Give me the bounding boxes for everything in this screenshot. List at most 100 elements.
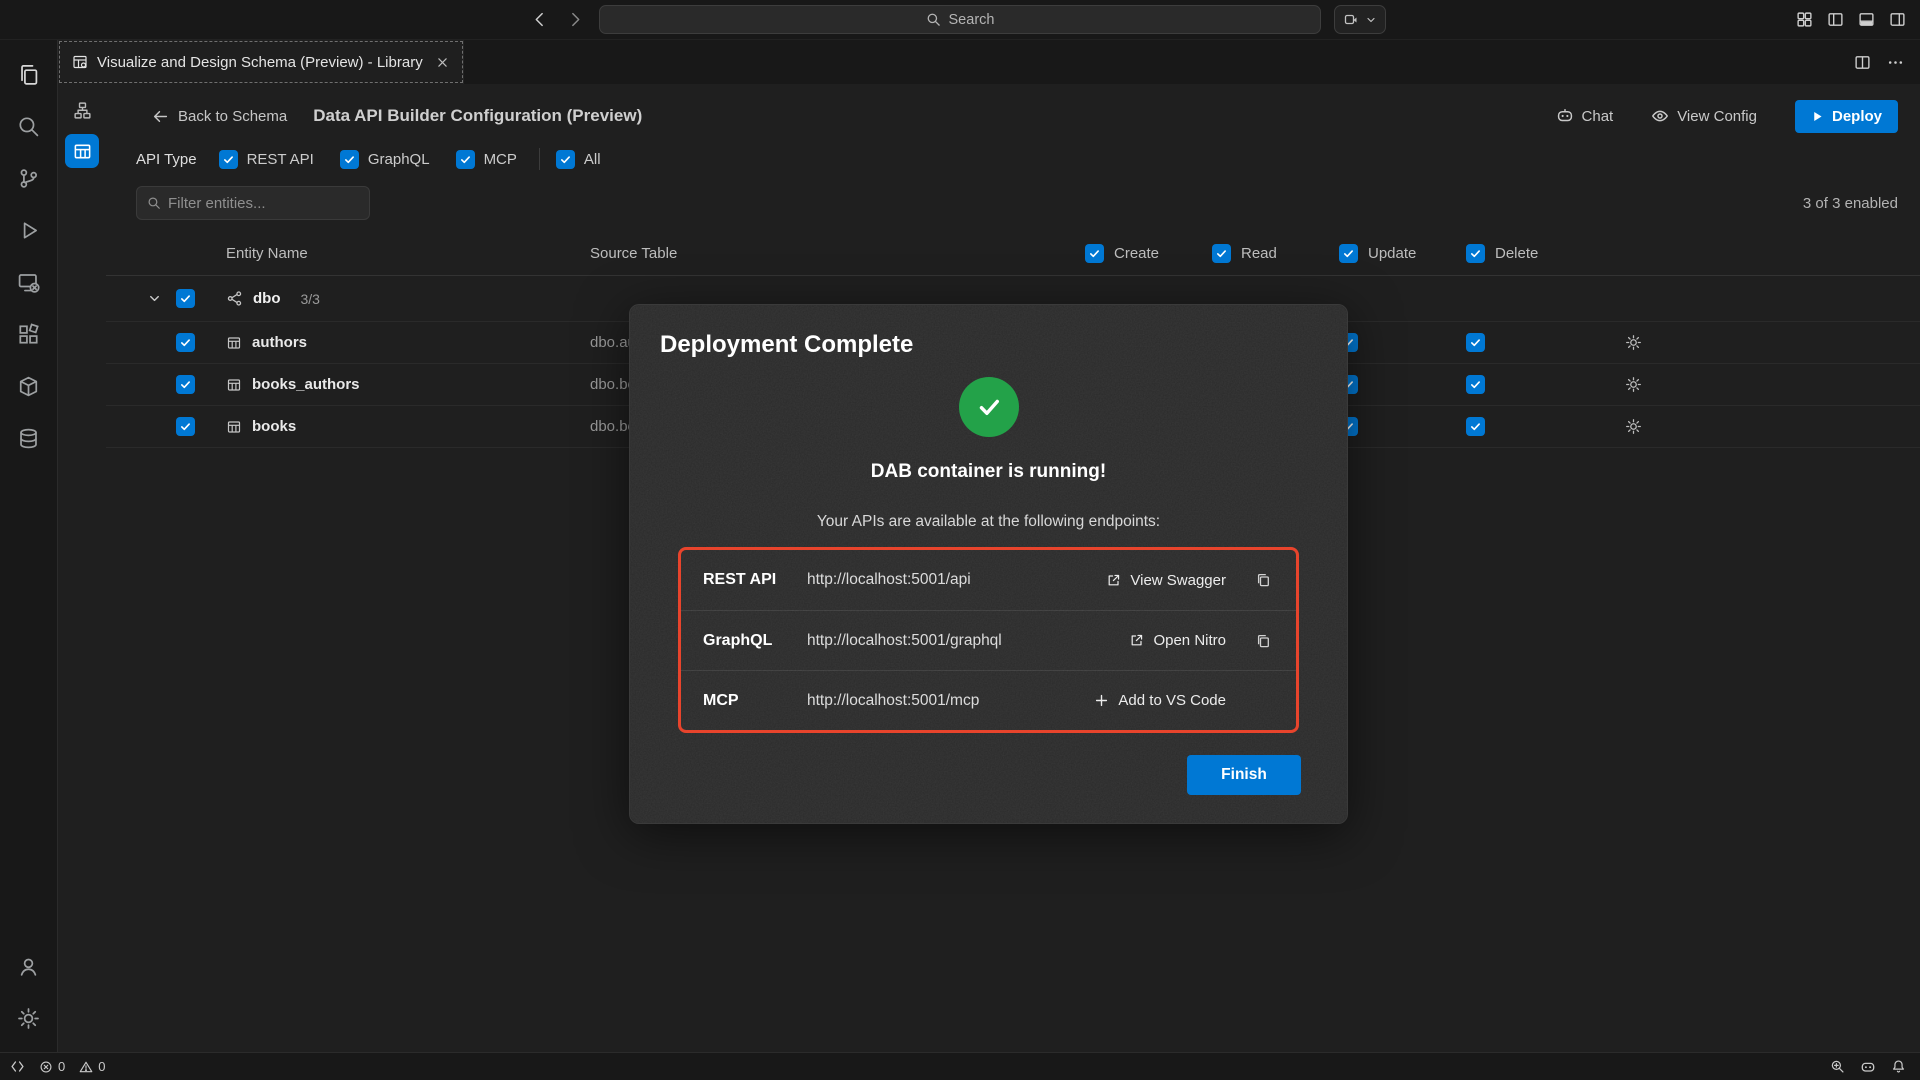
account-icon[interactable] — [5, 940, 53, 992]
endpoint-row-rest: REST API http://localhost:5001/api View … — [681, 550, 1296, 610]
tab-close-icon[interactable] — [436, 56, 449, 69]
filter-entities-input[interactable] — [168, 195, 359, 212]
run-debug-icon[interactable] — [5, 204, 53, 256]
dialog-title: Deployment Complete — [630, 331, 1347, 359]
copilot-chat-icon — [1556, 107, 1574, 125]
copilot-icon[interactable] — [1860, 1059, 1876, 1075]
copy-icon[interactable] — [1252, 572, 1274, 588]
entity-name: books_authors — [252, 376, 360, 393]
tab-visualize-design-schema[interactable]: Visualize and Design Schema (Preview) - … — [58, 40, 464, 84]
split-editor-icon[interactable] — [1854, 54, 1871, 71]
source-table-header: Source Table — [590, 245, 1085, 262]
all-checkbox[interactable] — [556, 150, 575, 169]
settings-gear-icon[interactable] — [5, 992, 53, 1044]
api-type-graphql-option[interactable]: GraphQL — [340, 150, 430, 169]
back-arrow-icon — [152, 108, 169, 125]
create-column-checkbox[interactable] — [1085, 244, 1104, 263]
status-bar: 0 0 — [0, 1052, 1920, 1080]
toggle-secondary-sidebar-icon[interactable] — [1889, 11, 1906, 28]
error-count: 0 — [58, 1059, 65, 1074]
designer-view-rail — [58, 84, 106, 1052]
view-swagger-link[interactable]: View Swagger — [1106, 572, 1226, 589]
chevron-down-icon — [1365, 14, 1377, 26]
problems-warnings[interactable]: 0 — [79, 1059, 105, 1074]
database-projects-icon[interactable] — [5, 412, 53, 464]
api-type-all-option[interactable]: All — [556, 150, 601, 169]
problems-errors[interactable]: 0 — [39, 1059, 65, 1074]
delete-column-checkbox[interactable] — [1466, 244, 1485, 263]
open-nitro-link[interactable]: Open Nitro — [1129, 632, 1226, 649]
schema-designer-tab-icon — [72, 54, 88, 70]
chat-button[interactable]: Chat — [1556, 107, 1614, 125]
update-column-header: Update — [1339, 244, 1466, 263]
history-nav — [528, 9, 586, 31]
back-arrow-icon[interactable] — [528, 9, 550, 31]
api-type-rest-option[interactable]: REST API — [219, 150, 314, 169]
rest-api-checkbox[interactable] — [219, 150, 238, 169]
back-to-schema-link[interactable]: Back to Schema — [152, 108, 287, 125]
status-bar-right — [1830, 1059, 1906, 1075]
read-column-checkbox[interactable] — [1212, 244, 1231, 263]
table-grid-icon — [226, 335, 242, 351]
schema-diagram-view-icon[interactable] — [65, 93, 99, 127]
endpoints-box: REST API http://localhost:5001/api View … — [678, 547, 1299, 733]
update-label: Update — [1368, 245, 1416, 262]
row-select-checkbox[interactable] — [176, 333, 195, 352]
add-to-vscode-link[interactable]: Add to VS Code — [1094, 692, 1226, 709]
delete-checkbox[interactable] — [1466, 375, 1485, 394]
zoom-icon[interactable] — [1830, 1059, 1845, 1074]
filter-entities-field[interactable] — [136, 186, 370, 220]
tab-title: Visualize and Design Schema (Preview) - … — [97, 54, 423, 71]
more-actions-icon[interactable] — [1887, 54, 1904, 71]
entity-name: authors — [252, 334, 307, 351]
row-settings-gear-icon[interactable] — [1625, 334, 1642, 351]
notifications-bell-icon[interactable] — [1891, 1059, 1906, 1074]
api-type-mcp-option[interactable]: MCP — [456, 150, 517, 169]
delete-checkbox[interactable] — [1466, 417, 1485, 436]
status-bar-left: 0 0 — [10, 1059, 105, 1074]
external-link-icon — [1106, 573, 1121, 588]
graphql-checkbox[interactable] — [340, 150, 359, 169]
editor-actions — [1854, 40, 1904, 84]
endpoint-name: GraphQL — [703, 632, 807, 650]
api-config-view-icon[interactable] — [65, 134, 99, 168]
copy-icon[interactable] — [1252, 633, 1274, 649]
source-control-icon[interactable] — [5, 152, 53, 204]
delete-checkbox[interactable] — [1466, 333, 1485, 352]
row-settings-gear-icon[interactable] — [1625, 376, 1642, 393]
customize-layout-icon[interactable] — [1796, 11, 1813, 28]
command-center-search[interactable]: Search — [599, 5, 1321, 34]
group-select-checkbox[interactable] — [176, 289, 195, 308]
deploy-button[interactable]: Deploy — [1795, 100, 1898, 133]
remote-indicator-icon[interactable] — [10, 1059, 25, 1074]
view-config-button[interactable]: View Config — [1651, 107, 1757, 125]
page-header: Back to Schema Data API Builder Configur… — [106, 84, 1920, 136]
remote-explorer-icon[interactable] — [5, 256, 53, 308]
extensions-icon[interactable] — [5, 308, 53, 360]
toggle-panel-icon[interactable] — [1858, 11, 1875, 28]
endpoint-row-mcp: MCP http://localhost:5001/mcp Add to VS … — [681, 670, 1296, 730]
endpoint-url: http://localhost:5001/mcp — [807, 692, 979, 710]
mcp-checkbox[interactable] — [456, 150, 475, 169]
chevron-down-icon[interactable] — [132, 291, 176, 306]
forward-arrow-icon[interactable] — [564, 9, 586, 31]
chat-label: Chat — [1582, 108, 1614, 125]
endpoint-url: http://localhost:5001/graphql — [807, 632, 1002, 650]
deploy-label: Deploy — [1832, 108, 1882, 125]
update-column-checkbox[interactable] — [1339, 244, 1358, 263]
search-sidebar-icon[interactable] — [5, 100, 53, 152]
dialog-footer: Finish — [630, 733, 1347, 795]
endpoint-name: MCP — [703, 692, 807, 710]
launch-profile-button[interactable] — [1334, 5, 1386, 34]
entity-name-header: Entity Name — [220, 245, 590, 262]
toggle-sidebar-icon[interactable] — [1827, 11, 1844, 28]
schema-icon — [226, 290, 243, 307]
schema-group-count: 3/3 — [301, 291, 320, 307]
row-select-checkbox[interactable] — [176, 375, 195, 394]
explorer-icon[interactable] — [5, 48, 53, 100]
sql-server-cube-icon[interactable] — [5, 360, 53, 412]
row-select-checkbox[interactable] — [176, 417, 195, 436]
row-settings-gear-icon[interactable] — [1625, 418, 1642, 435]
finish-button[interactable]: Finish — [1187, 755, 1301, 795]
mcp-label: MCP — [484, 151, 517, 168]
